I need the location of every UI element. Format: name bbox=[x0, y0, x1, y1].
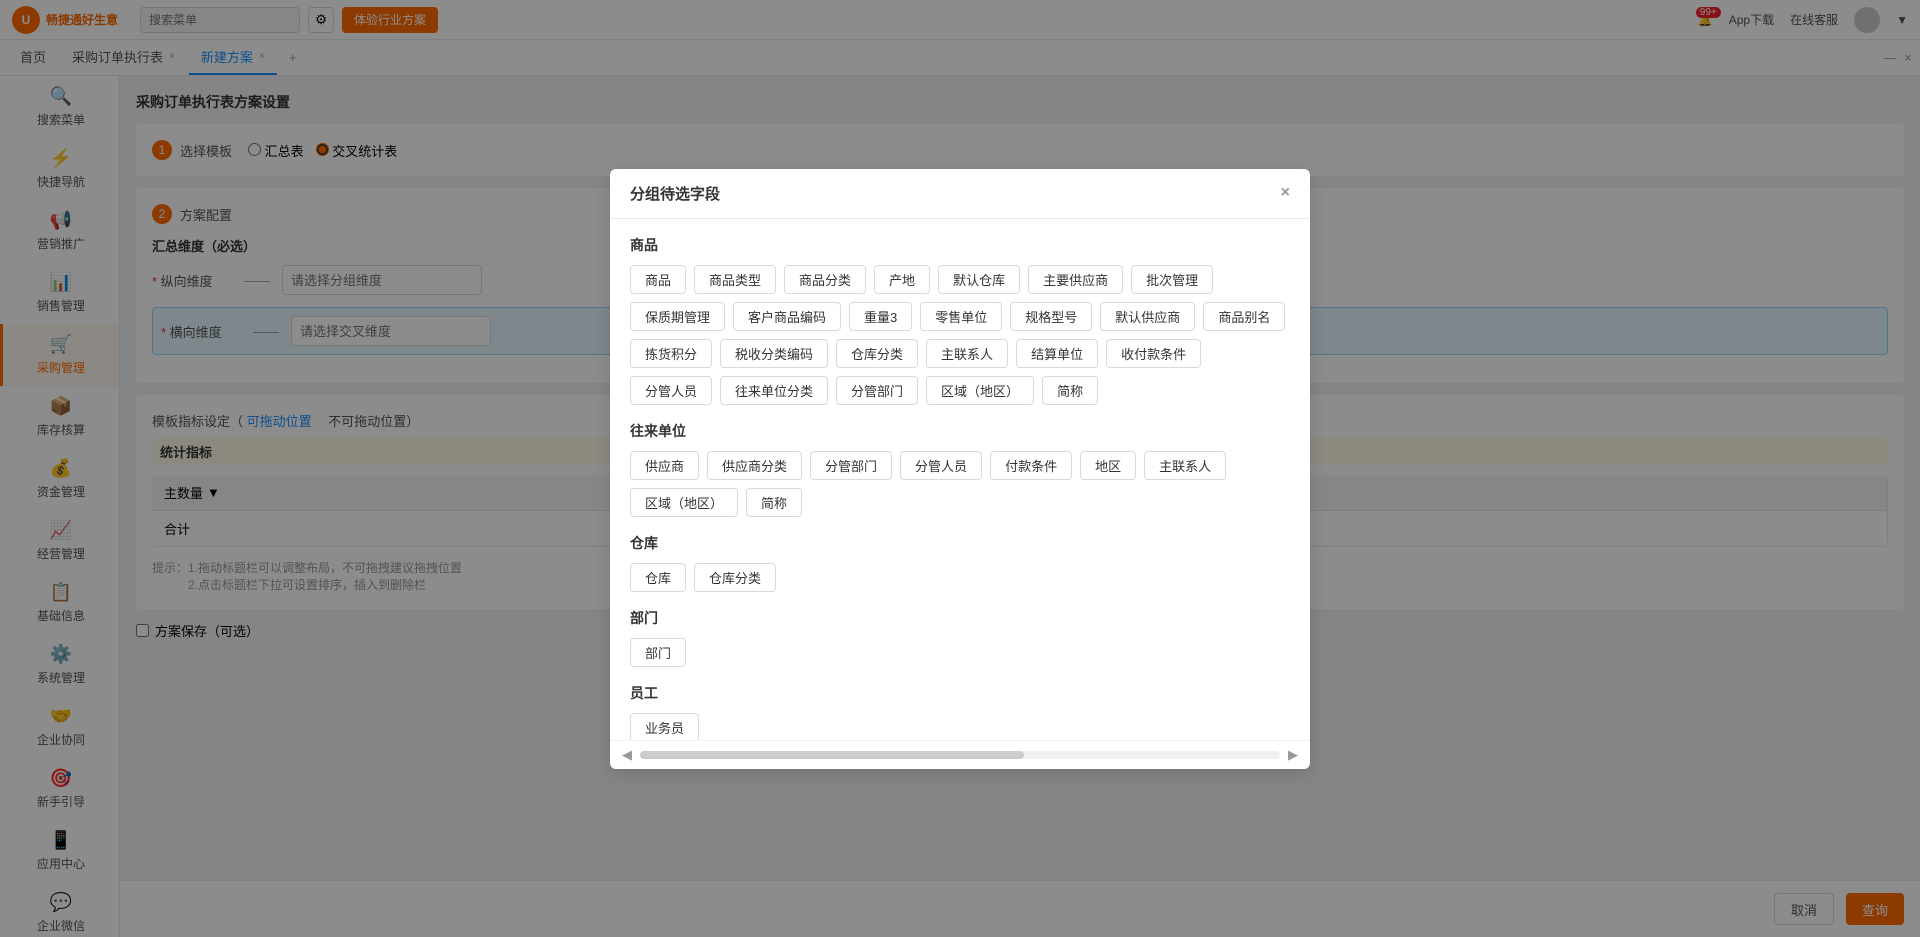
field-chip-partner-region[interactable]: 区域（地区） bbox=[630, 488, 738, 517]
field-chip-goods-item[interactable]: 商品 bbox=[630, 265, 686, 294]
modal-hscroll-thumb bbox=[640, 751, 1024, 759]
field-chips-goods: 商品 商品类型 商品分类 产地 默认仓库 主要供应商 批次管理 保质期管理 客户… bbox=[630, 265, 1290, 405]
field-chip-supervisor[interactable]: 分管人员 bbox=[630, 376, 712, 405]
field-chip-spec-model[interactable]: 规格型号 bbox=[1010, 302, 1092, 331]
section-title-employee: 员工 bbox=[630, 683, 1290, 703]
modal-title: 分组待选字段 bbox=[630, 183, 720, 204]
field-chip-main-supplier[interactable]: 主要供应商 bbox=[1028, 265, 1123, 294]
field-chip-warehouse-category[interactable]: 仓库分类 bbox=[836, 339, 918, 368]
scroll-left-arrow[interactable]: ◀ bbox=[622, 747, 632, 763]
field-chips-dept: 部门 bbox=[630, 638, 1290, 667]
field-chip-default-supplier[interactable]: 默认供应商 bbox=[1100, 302, 1195, 331]
field-chip-salesperson[interactable]: 业务员 bbox=[630, 713, 699, 740]
scroll-right-arrow[interactable]: ▶ bbox=[1288, 747, 1298, 763]
modal-body: 商品 商品 商品类型 商品分类 产地 默认仓库 主要供应商 批次管理 保质期管理… bbox=[610, 219, 1310, 740]
field-chip-payment-terms[interactable]: 收付款条件 bbox=[1106, 339, 1201, 368]
modal-dialog: 分组待选字段 × 商品 商品 商品类型 商品分类 产地 默认仓库 主要供应商 批… bbox=[610, 169, 1310, 769]
field-chip-region-partner[interactable]: 地区 bbox=[1080, 451, 1136, 480]
modal-scrollbar-area: ◀ ▶ bbox=[610, 740, 1310, 769]
field-chip-partner-dept[interactable]: 分管部门 bbox=[810, 451, 892, 480]
field-chip-goods-type[interactable]: 商品类型 bbox=[694, 265, 776, 294]
field-chips-employee: 业务员 bbox=[630, 713, 1290, 740]
field-chip-warehouse[interactable]: 仓库 bbox=[630, 563, 686, 592]
field-chip-goods-alias[interactable]: 商品别名 bbox=[1203, 302, 1285, 331]
modal-hscroll-track[interactable] bbox=[640, 751, 1280, 759]
field-chip-supplier[interactable]: 供应商 bbox=[630, 451, 699, 480]
field-chip-customer-code[interactable]: 客户商品编码 bbox=[733, 302, 841, 331]
field-chip-region-goods[interactable]: 区域（地区） bbox=[926, 376, 1034, 405]
section-title-goods: 商品 bbox=[630, 235, 1290, 255]
section-title-partner: 往来单位 bbox=[630, 421, 1290, 441]
field-chip-partner-shortname[interactable]: 简称 bbox=[746, 488, 802, 517]
field-chip-partner-supervisor[interactable]: 分管人员 bbox=[900, 451, 982, 480]
modal-close-button[interactable]: × bbox=[1281, 184, 1290, 202]
modal-header: 分组待选字段 × bbox=[610, 169, 1310, 219]
field-chip-main-contact[interactable]: 主联系人 bbox=[926, 339, 1008, 368]
field-chip-weight3[interactable]: 重量3 bbox=[849, 302, 912, 331]
field-chip-partner-contact[interactable]: 主联系人 bbox=[1144, 451, 1226, 480]
field-chip-short-name-goods[interactable]: 简称 bbox=[1042, 376, 1098, 405]
section-title-warehouse: 仓库 bbox=[630, 533, 1290, 553]
field-chip-origin[interactable]: 产地 bbox=[874, 265, 930, 294]
field-chip-dept[interactable]: 部门 bbox=[630, 638, 686, 667]
field-chip-settlement-unit[interactable]: 结算单位 bbox=[1016, 339, 1098, 368]
field-chips-warehouse: 仓库 仓库分类 bbox=[630, 563, 1290, 592]
field-chip-default-warehouse[interactable]: 默认仓库 bbox=[938, 265, 1020, 294]
field-chip-retail-unit[interactable]: 零售单位 bbox=[920, 302, 1002, 331]
field-chip-expiry-mgmt[interactable]: 保质期管理 bbox=[630, 302, 725, 331]
field-chip-warehouse-cat[interactable]: 仓库分类 bbox=[694, 563, 776, 592]
modal-overlay: 分组待选字段 × 商品 商品 商品类型 商品分类 产地 默认仓库 主要供应商 批… bbox=[0, 0, 1920, 937]
field-chip-pick-points[interactable]: 拣货积分 bbox=[630, 339, 712, 368]
section-title-dept: 部门 bbox=[630, 608, 1290, 628]
field-chip-pay-terms[interactable]: 付款条件 bbox=[990, 451, 1072, 480]
field-chip-goods-category[interactable]: 商品分类 bbox=[784, 265, 866, 294]
field-chip-supplier-category[interactable]: 供应商分类 bbox=[707, 451, 802, 480]
field-chip-partner-category[interactable]: 往来单位分类 bbox=[720, 376, 828, 405]
field-chip-tax-code[interactable]: 税收分类编码 bbox=[720, 339, 828, 368]
field-chip-dept-in-charge[interactable]: 分管部门 bbox=[836, 376, 918, 405]
field-chip-batch-mgmt[interactable]: 批次管理 bbox=[1131, 265, 1213, 294]
field-chips-partner: 供应商 供应商分类 分管部门 分管人员 付款条件 地区 主联系人 区域（地区） … bbox=[630, 451, 1290, 517]
